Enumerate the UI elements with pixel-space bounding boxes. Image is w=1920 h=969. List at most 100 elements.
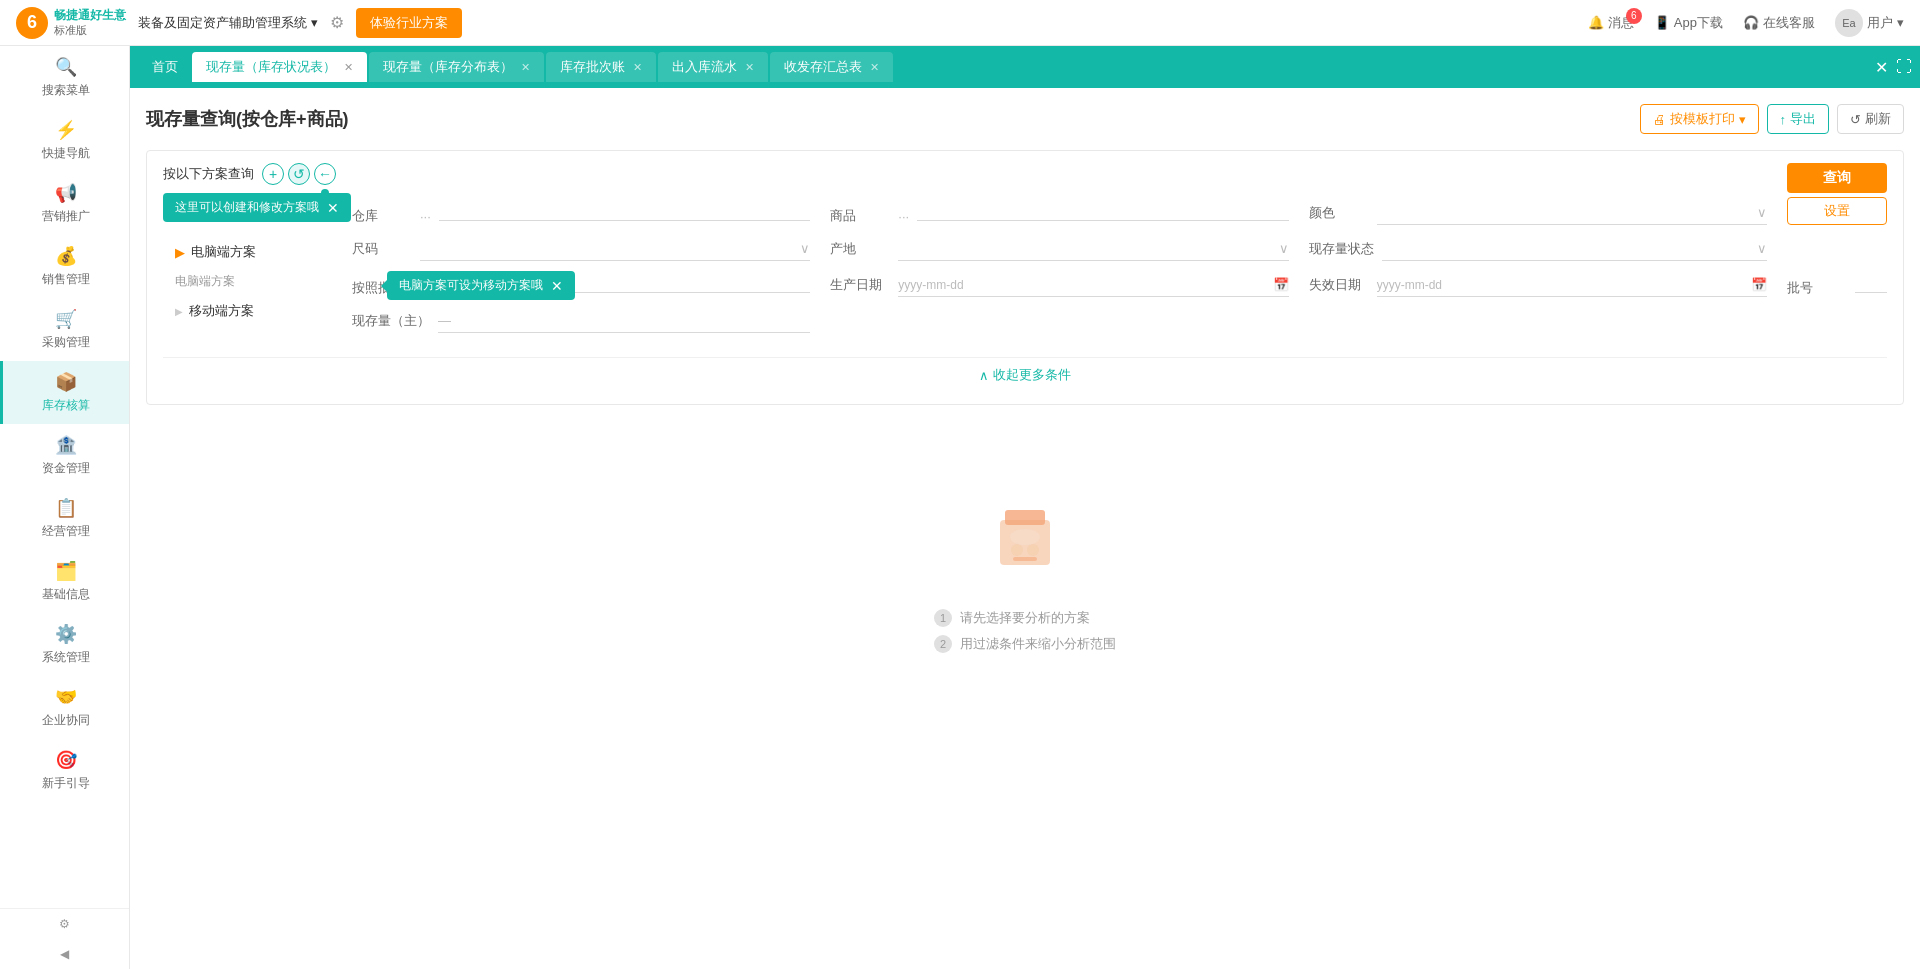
tooltip2-close[interactable]: ✕	[327, 200, 339, 216]
printer-icon: 🖨	[1653, 112, 1666, 127]
headset-icon: 🎧	[1743, 15, 1759, 30]
sidebar-item-system[interactable]: ⚙️ 系统管理	[0, 613, 129, 676]
sidebar-item-search[interactable]: 🔍 搜索菜单	[0, 46, 129, 109]
sidebar-item-marketing[interactable]: 📢 营销推广	[0, 172, 129, 235]
sidebar-label-enterprise: 企业协同	[42, 712, 90, 729]
back-scheme-btn[interactable]: ←	[314, 163, 336, 185]
messages-btn[interactable]: 🔔 消息 6	[1588, 14, 1634, 32]
sidebar-collapse-btn[interactable]: ◀	[0, 939, 129, 969]
filter-icons: + ↺ ←	[262, 163, 336, 185]
tip1-text: 请先选择要分析的方案	[960, 605, 1090, 631]
gear-icon: ⚙️	[55, 623, 77, 645]
avatar: Ea	[1835, 9, 1863, 37]
tab-inventory-dist[interactable]: 现存量（库存分布表） ✕	[369, 52, 544, 82]
search-btn[interactable]: 查询	[1787, 163, 1887, 193]
chevron-down-origin: ∨	[1279, 241, 1289, 256]
refresh-scheme-btn[interactable]: ↺	[288, 163, 310, 185]
sidebar-item-quick[interactable]: ⚡ 快捷导航	[0, 109, 129, 172]
tab-expand-btn[interactable]: ⛶	[1896, 58, 1912, 77]
chevron-down-icon: ▾	[1897, 15, 1904, 30]
calendar-icon-produce[interactable]: 📅	[1273, 277, 1289, 292]
sidebar-label-marketing: 营销推广	[42, 208, 90, 225]
expire-date-placeholder: yyyy-mm-dd	[1377, 278, 1442, 292]
warehouse-dots[interactable]: ···	[420, 209, 431, 224]
svg-point-2	[1011, 544, 1023, 556]
scheme-tooltip-wrapper: 这里可以创建和修改方案哦 ✕	[163, 193, 351, 222]
sidebar: 🔍 搜索菜单 ⚡ 快捷导航 📢 营销推广 💰 销售管理 🛒 采购管理 📦	[0, 46, 130, 969]
sidebar-bottom: ⚙ ◀	[0, 908, 129, 969]
industry-btn[interactable]: 体验行业方案	[356, 8, 462, 38]
goods-dots[interactable]: ···	[898, 209, 909, 224]
tab-in-out-flow-close[interactable]: ✕	[745, 61, 754, 74]
app-download-btn[interactable]: 📱 App下载	[1654, 14, 1723, 32]
expire-date-field: 失效日期 yyyy-mm-dd 📅	[1309, 273, 1767, 297]
system-select[interactable]: 装备及固定资产辅助管理系统 ▾	[138, 14, 318, 32]
refresh-icon: ↺	[1850, 112, 1861, 127]
megaphone-icon: 📢	[55, 182, 77, 204]
collapse-up-icon: ∧	[979, 368, 989, 383]
add-scheme-container: +	[262, 163, 284, 185]
filter-fields: 仓库 ··· 商品 ··· 颜色	[352, 163, 1887, 345]
sidebar-settings-btn[interactable]: ⚙	[0, 909, 129, 939]
origin-field: 产地 ∨	[830, 237, 1288, 261]
add-scheme-btn[interactable]: +	[262, 163, 284, 185]
money-icon: 💰	[55, 245, 77, 267]
tab-in-out-flow-label: 出入库流水	[672, 58, 737, 76]
print-btn[interactable]: 🖨 按模板打印 ▾	[1640, 104, 1759, 134]
tip-num-2: 2	[934, 635, 952, 653]
target-icon: 🎯	[55, 749, 77, 771]
user-label: 用户	[1867, 14, 1893, 32]
folder-icon: 🗂️	[55, 560, 77, 582]
scheme-item-pc-sub: 电脑端方案	[163, 269, 336, 294]
sidebar-item-finance[interactable]: 🏦 资金管理	[0, 424, 129, 487]
page-actions: 🖨 按模板打印 ▾ ↑ 导出 ↺ 刷新	[1640, 104, 1905, 134]
collapse-row[interactable]: ∧ 收起更多条件	[163, 357, 1887, 392]
tab-receive-send-close[interactable]: ✕	[870, 61, 879, 74]
refresh-btn[interactable]: ↺ 刷新	[1837, 104, 1904, 134]
tab-actions: ✕ ⛶	[1875, 58, 1912, 77]
tab-batch-account[interactable]: 库存批次账 ✕	[546, 52, 656, 82]
calendar-icon-expire[interactable]: 📅	[1751, 277, 1767, 292]
tab-inventory-dist-close[interactable]: ✕	[521, 61, 530, 74]
tab-inventory-status-close[interactable]: ✕	[344, 61, 353, 74]
tab-home[interactable]: 首页	[138, 52, 192, 82]
tip2-text: 用过滤条件来缩小分析范围	[960, 631, 1116, 657]
sidebar-item-enterprise[interactable]: 🤝 企业协同	[0, 676, 129, 739]
online-service-btn[interactable]: 🎧 在线客服	[1743, 14, 1815, 32]
sidebar-label-inventory: 库存核算	[42, 397, 90, 414]
empty-illustration	[975, 485, 1075, 585]
search-btn-area: 查询 设置	[1787, 163, 1887, 225]
sidebar-item-guide[interactable]: 🎯 新手引导	[0, 739, 129, 802]
tab-receive-send[interactable]: 收发存汇总表 ✕	[770, 52, 893, 82]
sidebar-item-sales[interactable]: 💰 销售管理	[0, 235, 129, 298]
scheme-mobile-tooltip: 电脑方案可设为移动方案哦 ✕	[387, 271, 575, 300]
sidebar-label-search: 搜索菜单	[42, 82, 90, 99]
tab-inventory-status[interactable]: 现存量（库存状况表） ✕	[192, 52, 367, 82]
stock-qty-field: 现存量（主） —	[352, 309, 810, 333]
logo-text: 畅捷通好生意 标准版	[54, 8, 126, 38]
origin-label: 产地	[830, 240, 890, 258]
tab-close-all-btn[interactable]: ✕	[1875, 58, 1888, 77]
user-menu[interactable]: Ea 用户 ▾	[1835, 9, 1904, 37]
tab-in-out-flow[interactable]: 出入库流水 ✕	[658, 52, 768, 82]
sidebar-item-inventory[interactable]: 📦 库存核算	[0, 361, 129, 424]
batch-no-field: 批号	[1787, 279, 1887, 297]
scheme-item-mobile[interactable]: ▶ 移动端方案	[163, 294, 336, 328]
tab-batch-account-close[interactable]: ✕	[633, 61, 642, 74]
export-btn[interactable]: ↑ 导出	[1767, 104, 1830, 134]
set-btn[interactable]: 设置	[1787, 197, 1887, 225]
settings-icon[interactable]: ⚙	[330, 13, 344, 32]
empty-tip-2: 2 用过滤条件来缩小分析范围	[934, 631, 1116, 657]
main-layout: 🔍 搜索菜单 ⚡ 快捷导航 📢 营销推广 💰 销售管理 🛒 采购管理 📦	[0, 46, 1920, 969]
sidebar-item-operations[interactable]: 📋 经营管理	[0, 487, 129, 550]
scheme-item-pc[interactable]: ▶ 电脑端方案	[163, 235, 336, 269]
chevron-down-icon: ▾	[1739, 112, 1746, 127]
content-area: 首页 现存量（库存状况表） ✕ 现存量（库存分布表） ✕ 库存批次账 ✕ 出入库…	[130, 46, 1920, 969]
filter-header: 按以下方案查询 + ↺	[163, 163, 336, 185]
sidebar-item-basic[interactable]: 🗂️ 基础信息	[0, 550, 129, 613]
system-title: 装备及固定资产辅助管理系统	[138, 14, 307, 32]
tooltip1-close[interactable]: ✕	[551, 278, 563, 294]
empty-tips: 1 请先选择要分析的方案 2 用过滤条件来缩小分析范围	[934, 605, 1116, 657]
chevron-down-stock: ∨	[1757, 241, 1767, 256]
sidebar-item-purchase[interactable]: 🛒 采购管理	[0, 298, 129, 361]
